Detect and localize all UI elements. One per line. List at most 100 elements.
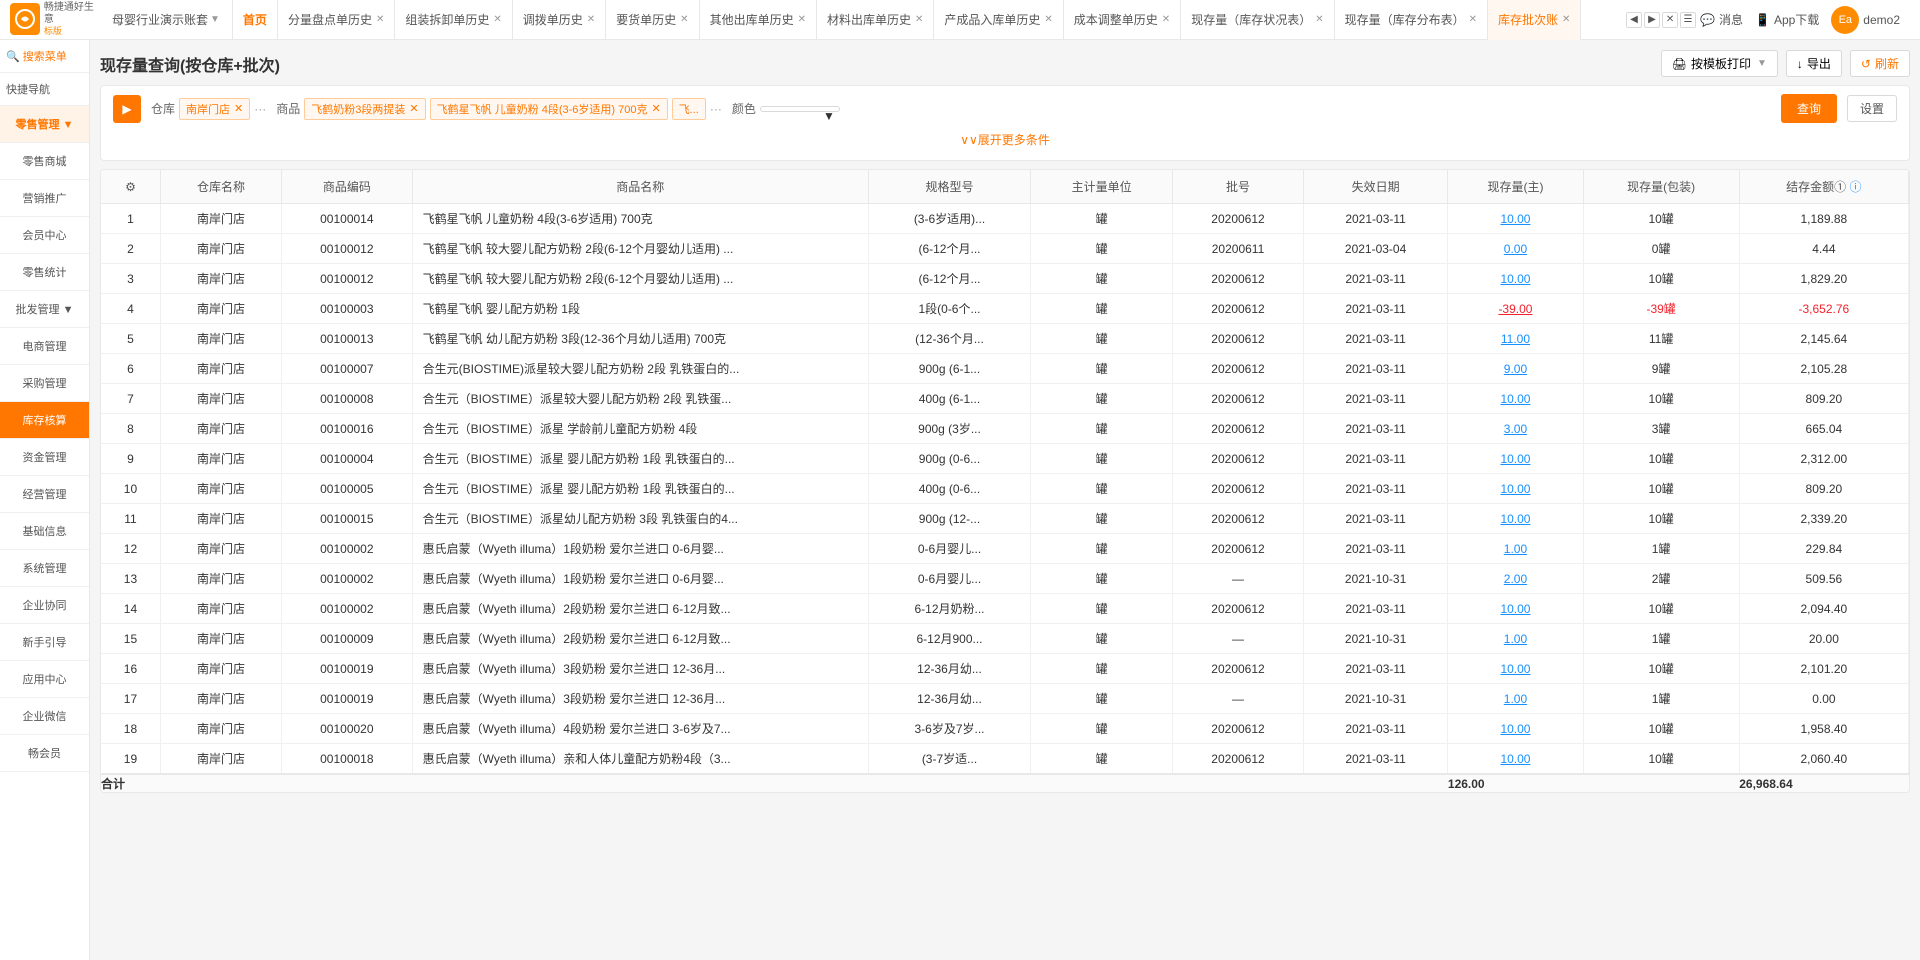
tab-yao-huo[interactable]: 要货单历史 ✕ xyxy=(606,0,699,40)
tab-close-all[interactable]: ✕ xyxy=(1662,12,1678,28)
table-cell[interactable]: 0.00 xyxy=(1448,234,1583,264)
sidebar-item-enterprise[interactable]: 企业协同 xyxy=(0,587,89,624)
tab-close-icon[interactable]: ✕ xyxy=(1315,14,1323,25)
tab-cai-liao-chu[interactable]: 材料出库单历史 ✕ xyxy=(817,0,934,40)
tab-diao-bo[interactable]: 调拨单历史 ✕ xyxy=(513,0,606,40)
filter-row: ▶ 仓库 南岸门店 ✕ ··· xyxy=(113,94,1897,123)
sidebar-item-inventory[interactable]: 库存核算 xyxy=(0,402,89,439)
tag-remove-icon[interactable]: ✕ xyxy=(409,102,418,115)
table-cell: 00100002 xyxy=(282,564,413,594)
table-cell[interactable]: 10.00 xyxy=(1448,204,1583,234)
table-cell: 南岸门店 xyxy=(160,624,281,654)
footer-row: 合计 126.00 26,968.64 xyxy=(101,774,1909,792)
sidebar-item-enterprise-wechat[interactable]: 企业微信 xyxy=(0,698,89,735)
tab-qi-ta-chu[interactable]: 其他出库单历史 ✕ xyxy=(700,0,817,40)
message-button[interactable]: 💬 消息 xyxy=(1700,11,1743,28)
table-cell[interactable]: 10.00 xyxy=(1448,474,1583,504)
account-dropdown[interactable]: 母婴行业演示账套 ▼ xyxy=(100,0,233,39)
table-cell[interactable]: 2.00 xyxy=(1448,564,1583,594)
sidebar-item-new-guide[interactable]: 新手引导 xyxy=(0,624,89,661)
tab-xian-cun-zhuang[interactable]: 现存量（库存状况表） ✕ xyxy=(1181,0,1334,40)
tab-next-arrow[interactable]: ▶ xyxy=(1644,12,1660,28)
sidebar-item-member[interactable]: 会员中心 xyxy=(0,217,89,254)
table-cell[interactable]: 11.00 xyxy=(1448,324,1583,354)
table-cell[interactable]: 1.00 xyxy=(1448,624,1583,654)
tab-fen-pan[interactable]: 分量盘点单历史 ✕ xyxy=(278,0,395,40)
tab-close-icon[interactable]: ✕ xyxy=(493,14,501,25)
table-cell[interactable]: 10.00 xyxy=(1448,654,1583,684)
sidebar-item-wholesale-mgmt[interactable]: 批发管理 ▼ xyxy=(0,291,89,328)
product-more-dots[interactable]: ··· xyxy=(710,102,722,116)
table-cell[interactable]: 1.00 xyxy=(1448,684,1583,714)
sidebar-item-retail-shop[interactable]: 零售商城 xyxy=(0,143,89,180)
sidebar-item-marketing[interactable]: 营销推广 xyxy=(0,180,89,217)
table-cell: 2,339.20 xyxy=(1739,504,1908,534)
sidebar-item-member-plus[interactable]: 畅会员 xyxy=(0,735,89,772)
sidebar-quick-nav[interactable]: 快捷导航 xyxy=(0,73,89,106)
tab-close-icon[interactable]: ✕ xyxy=(798,14,806,25)
tab-close-icon[interactable]: ✕ xyxy=(1044,14,1052,25)
sidebar-item-retail-mgmt[interactable]: 零售管理 ▼ xyxy=(0,106,89,143)
table-row: 19南岸门店00100018惠氏启蒙（Wyeth illuma）亲和人体儿童配方… xyxy=(101,744,1909,775)
tag-remove-icon[interactable]: ✕ xyxy=(651,102,660,115)
sidebar-item-purchase[interactable]: 采购管理 xyxy=(0,365,89,402)
sidebar-item-system[interactable]: 系统管理 xyxy=(0,550,89,587)
tab-close-icon[interactable]: ✕ xyxy=(587,14,595,25)
table-cell[interactable]: 3.00 xyxy=(1448,414,1583,444)
template-print-button[interactable]: 🖨 按模板打印 ▼ xyxy=(1661,50,1778,77)
table-cell[interactable]: 10.00 xyxy=(1448,264,1583,294)
tab-close-icon[interactable]: ✕ xyxy=(680,14,688,25)
sidebar-search[interactable]: 🔍 搜索菜单 xyxy=(0,40,89,73)
table-cell[interactable]: 1.00 xyxy=(1448,534,1583,564)
tab-xian-cun-fen[interactable]: 现存量（库存分布表） ✕ xyxy=(1335,0,1488,40)
color-dropdown-arrow-icon: ▼ xyxy=(823,109,835,123)
tab-close-icon[interactable]: ✕ xyxy=(1469,14,1477,25)
expand-more-button[interactable]: ∨∨ 展开更多条件 xyxy=(113,127,1897,152)
sidebar-item-app-center[interactable]: 应用中心 xyxy=(0,661,89,698)
tab-close-icon[interactable]: ✕ xyxy=(1162,14,1170,25)
sidebar-item-ecommerce[interactable]: 电商管理 xyxy=(0,328,89,365)
sidebar-item-operation[interactable]: 经营管理 xyxy=(0,476,89,513)
col-batch: 批号 xyxy=(1173,170,1304,204)
nav-expand-button[interactable]: ▶ xyxy=(113,95,141,123)
table-cell[interactable]: 10.00 xyxy=(1448,384,1583,414)
table-cell[interactable]: 10.00 xyxy=(1448,444,1583,474)
tab-close-icon[interactable]: ✕ xyxy=(915,14,923,25)
table-row: 12南岸门店00100002惠氏启蒙（Wyeth illuma）1段奶粉 爱尔兰… xyxy=(101,534,1909,564)
table-cell: 2,145.64 xyxy=(1739,324,1908,354)
tab-menu[interactable]: ☰ xyxy=(1680,12,1696,28)
table-cell[interactable]: -39.00 xyxy=(1448,294,1583,324)
table-cell[interactable]: 10.00 xyxy=(1448,714,1583,744)
tab-close-icon[interactable]: ✕ xyxy=(376,14,384,25)
query-button[interactable]: 查询 xyxy=(1781,94,1837,123)
color-dropdown[interactable]: ▼ xyxy=(760,106,840,112)
tab-prev-arrow[interactable]: ◀ xyxy=(1626,12,1642,28)
app-download-button[interactable]: 📱 App下载 xyxy=(1755,11,1819,28)
refresh-button[interactable]: ↺ 刷新 xyxy=(1850,50,1910,77)
user-profile[interactable]: Ea demo2 xyxy=(1831,6,1900,34)
table-cell[interactable]: 10.00 xyxy=(1448,594,1583,624)
warehouse-more[interactable]: ··· xyxy=(254,102,266,116)
sidebar-item-retail-stats[interactable]: 零售统计 xyxy=(0,254,89,291)
table-cell: 1罐 xyxy=(1583,534,1739,564)
tag-remove-icon[interactable]: ✕ xyxy=(234,102,243,115)
table-cell[interactable]: 10.00 xyxy=(1448,744,1583,775)
sidebar-item-basic-info[interactable]: 基础信息 xyxy=(0,513,89,550)
footer-qty-main: 126.00 xyxy=(1448,774,1583,792)
sidebar-item-finance[interactable]: 资金管理 xyxy=(0,439,89,476)
phone-icon: 📱 xyxy=(1755,13,1770,27)
tab-close-icon[interactable]: ✕ xyxy=(1562,14,1570,25)
info-icon[interactable]: ⓘ xyxy=(1850,180,1862,194)
tab-home[interactable]: 首页 xyxy=(233,0,278,40)
table-cell[interactable]: 9.00 xyxy=(1448,354,1583,384)
export-button[interactable]: ↓ 导出 xyxy=(1786,50,1842,77)
tab-zu-zhuang[interactable]: 组装拆卸单历史 ✕ xyxy=(395,0,512,40)
tab-cheng-ben[interactable]: 成本调整单历史 ✕ xyxy=(1064,0,1181,40)
tab-ku-cun-pi[interactable]: 库存批次账 ✕ xyxy=(1488,0,1581,40)
col-settings[interactable]: ⚙ xyxy=(101,170,160,204)
table-cell[interactable]: 10.00 xyxy=(1448,504,1583,534)
tab-chan-pin-ru[interactable]: 产成品入库单历史 ✕ xyxy=(934,0,1063,40)
table-cell: 10罐 xyxy=(1583,714,1739,744)
product-tag-2: 飞鹤星飞帆 儿童奶粉 4段(3-6岁适用) 700克 ✕ xyxy=(430,98,668,120)
settings-button[interactable]: 设置 xyxy=(1847,95,1897,122)
